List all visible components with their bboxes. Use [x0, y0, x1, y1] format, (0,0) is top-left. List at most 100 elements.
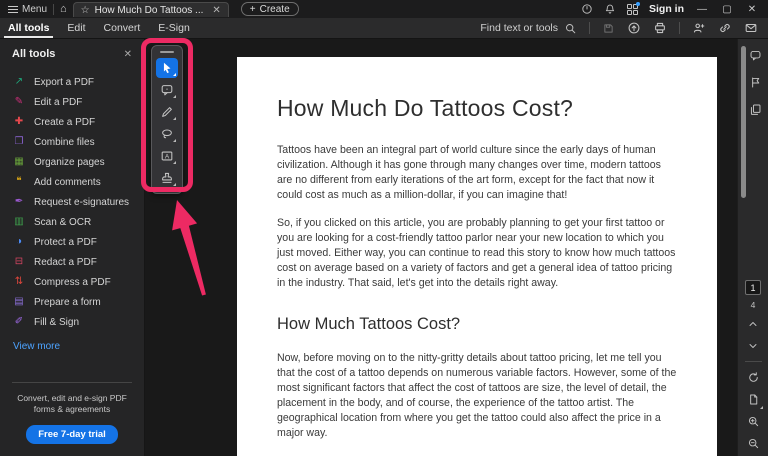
promo-text: Convert, edit and e-sign PDF forms & agr… [17, 393, 127, 414]
sidebar-item-scan-ocr[interactable]: ▥ Scan & OCR [0, 212, 144, 232]
sidebar-item-fill-sign[interactable]: ✐ Fill & Sign [0, 312, 144, 332]
divider [589, 22, 590, 34]
page-thumbnails-icon[interactable] [747, 101, 764, 118]
lasso-tool-button[interactable] [156, 124, 178, 144]
print-icon[interactable] [653, 21, 667, 35]
apps-grid-icon[interactable] [627, 1, 640, 15]
drag-handle[interactable] [160, 51, 174, 53]
tab-edit[interactable]: Edit [67, 18, 85, 38]
search-icon [566, 23, 576, 33]
page-view-options-icon[interactable] [745, 391, 763, 409]
window-maximize-button[interactable]: ▢ [720, 4, 734, 15]
export-pdf-icon: ↗ [14, 76, 24, 87]
protect-pdf-icon: ◑ [15, 236, 23, 247]
quick-tools-toolbar: A [151, 45, 183, 194]
sidebar-item-request-e-signatures[interactable]: ✒ Request e-signatures [0, 192, 144, 212]
prepare-form-icon: ▤ [14, 296, 24, 307]
create-button[interactable]: + Create [240, 2, 299, 16]
sidebar-item-label: Request e-signatures [34, 196, 130, 208]
previous-page-button[interactable] [745, 315, 762, 332]
fill-sign-icon: ✐ [14, 316, 24, 327]
view-more-link[interactable]: View more [0, 332, 144, 352]
notification-dot [636, 1, 640, 6]
save-icon[interactable] [602, 22, 615, 35]
sidebar-item-create-a-pdf[interactable]: ✚ Create a PDF [0, 112, 144, 132]
stamp-icon [162, 172, 172, 183]
sidebar-item-label: Export a PDF [34, 76, 95, 88]
panel-close-icon[interactable]: ✕ [124, 49, 132, 60]
select-tool-button[interactable] [156, 58, 178, 78]
next-page-button[interactable] [745, 337, 762, 354]
rotate-page-icon[interactable] [745, 369, 762, 386]
scan-ocr-icon: ▥ [14, 216, 24, 227]
add-comment-tool-button[interactable] [156, 80, 178, 100]
sidebar-item-export-a-pdf[interactable]: ↗ Export a PDF [0, 72, 144, 92]
zoom-out-icon[interactable] [745, 435, 762, 452]
sidebar-item-add-comments[interactable]: ❝ Add comments [0, 172, 144, 192]
sidebar-item-label: Create a PDF [34, 116, 96, 128]
tab-close-icon[interactable]: ✕ [212, 5, 220, 16]
tab-all-tools[interactable]: All tools [3, 18, 54, 38]
share-person-icon[interactable] [692, 21, 706, 35]
window-minimize-button[interactable]: — [695, 4, 709, 15]
text-box-icon: A [161, 151, 173, 161]
find-label: Find text or tools [480, 22, 558, 34]
window-close-button[interactable]: ✕ [745, 4, 759, 15]
sidebar-item-compress-a-pdf[interactable]: ⇅ Compress a PDF [0, 272, 144, 292]
email-icon[interactable] [744, 21, 758, 35]
sidebar-item-combine-files[interactable]: ❐ Combine files [0, 132, 144, 152]
zoom-in-icon[interactable] [745, 413, 762, 430]
current-page-input[interactable]: 1 [745, 280, 761, 295]
document-view: A How Much Do Tattoos Cost? Tattoos have… [146, 39, 737, 456]
sidebar-item-label: Fill & Sign [34, 316, 80, 328]
comments-panel-icon[interactable] [747, 47, 764, 64]
paragraph: Now, before moving on to the nitty-gritt… [277, 352, 677, 439]
sign-in-button[interactable]: Sign in [649, 3, 684, 15]
toolbar: All tools Edit Convert E-Sign Find text … [0, 18, 768, 39]
sidebar-item-protect-a-pdf[interactable]: ◑ Protect a PDF [0, 232, 144, 252]
draw-tool-button[interactable] [156, 102, 178, 122]
sidebar-item-label: Scan & OCR [34, 216, 92, 228]
total-pages-label: 4 [750, 300, 756, 310]
tab-e-sign[interactable]: E-Sign [158, 18, 190, 38]
sidebar-item-label: Prepare a form [34, 296, 101, 308]
divider [12, 382, 132, 383]
title-bar: Menu ⌂ ☆ How Much Do Tattoos ... ✕ + Cre… [0, 0, 768, 18]
sidebar-items: ↗ Export a PDF ✎ Edit a PDF ✚ Create a PDF ❐ Co… [0, 66, 144, 332]
combine-files-icon: ❐ [14, 136, 24, 147]
bookmarks-flag-icon[interactable] [747, 74, 764, 91]
notifications-bell-icon[interactable] [604, 3, 616, 15]
panel-title: All tools [12, 48, 56, 60]
divider [53, 3, 55, 15]
free-trial-button[interactable]: Free 7-day trial [26, 425, 118, 444]
create-label: Create [259, 3, 290, 15]
sidebar-item-label: Organize pages [34, 156, 105, 168]
home-icon[interactable]: ⌂ [60, 3, 67, 15]
sidebar-item-prepare-a-form[interactable]: ▤ Prepare a form [0, 292, 144, 312]
document-tab[interactable]: ☆ How Much Do Tattoos ... ✕ [72, 2, 229, 17]
paragraph: So, if you clicked on this article, you … [277, 217, 676, 289]
app-menu-button[interactable]: Menu [8, 4, 47, 15]
sidebar-item-label: Add comments [34, 176, 101, 188]
sidebar-item-label: Redact a PDF [34, 256, 97, 268]
sidebar-item-edit-a-pdf[interactable]: ✎ Edit a PDF [0, 92, 144, 112]
divider [679, 22, 680, 34]
sidebar-item-organize-pages[interactable]: ▦ Organize pages [0, 152, 144, 172]
star-icon[interactable]: ☆ [81, 5, 90, 16]
tab-convert[interactable]: Convert [104, 18, 141, 38]
pdf-page[interactable]: How Much Do Tattoos Cost? Tattoos have b… [237, 57, 717, 456]
clock-icon[interactable] [581, 3, 593, 15]
redact-pdf-icon: ⊟ [14, 256, 24, 267]
section-heading: How Much Tattoos Cost? [277, 315, 461, 333]
document-tab-title: How Much Do Tattoos ... [94, 4, 204, 16]
link-icon[interactable] [718, 21, 732, 35]
upload-cloud-icon[interactable] [627, 21, 641, 35]
plus-icon: + [249, 3, 256, 15]
add-text-box-tool-button[interactable]: A [156, 146, 178, 166]
vertical-scrollbar[interactable] [741, 46, 746, 198]
right-panel-rail: 1 4 [737, 39, 768, 456]
find-tools-button[interactable]: Find text or tools [480, 22, 577, 35]
sidebar-item-redact-a-pdf[interactable]: ⊟ Redact a PDF [0, 252, 144, 272]
stamp-tool-button[interactable] [156, 168, 178, 188]
divider [744, 361, 762, 362]
